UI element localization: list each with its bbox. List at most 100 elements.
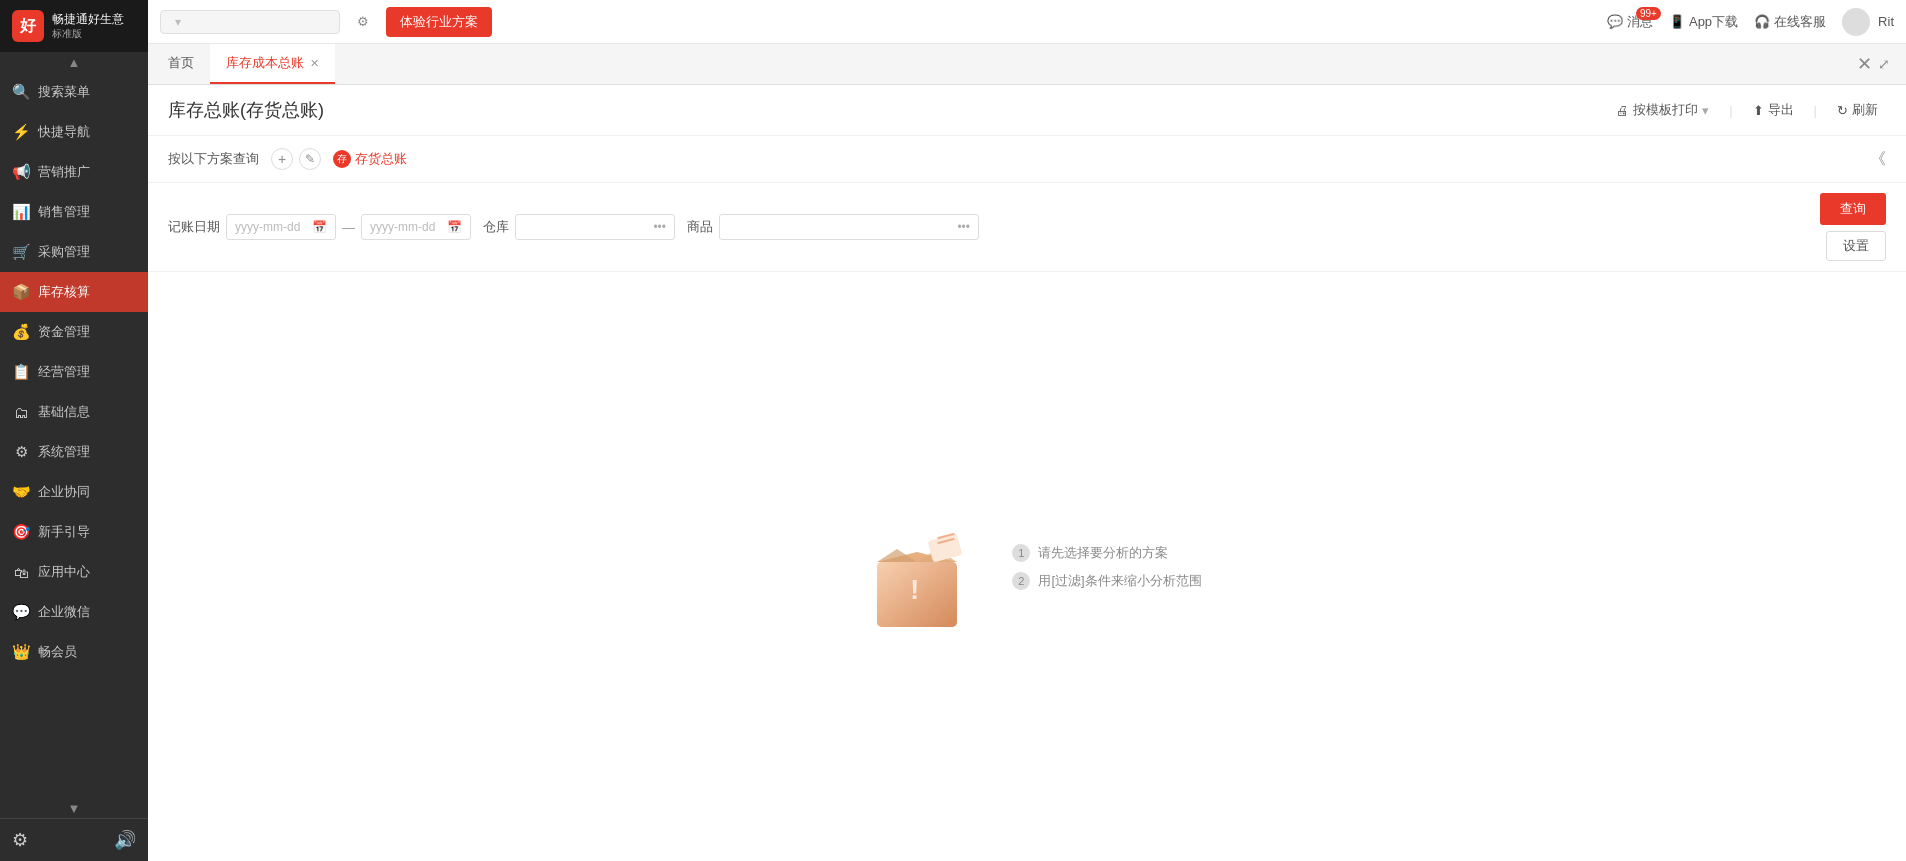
filter-actions: + ✎: [271, 148, 321, 170]
empty-illustration: !: [852, 507, 972, 627]
sidebar-search-label: 搜索菜单: [38, 83, 90, 101]
topbar-search-area[interactable]: ▾: [160, 10, 340, 34]
warehouse-select[interactable]: •••: [515, 214, 675, 240]
export-label: 导出: [1768, 101, 1794, 119]
message-icon: 💬: [1607, 14, 1623, 29]
sidebar-item-sales[interactable]: 📊 销售管理: [0, 192, 148, 232]
filter-edit-button[interactable]: ✎: [299, 148, 321, 170]
sidebar-item-purchase[interactable]: 🛒 采购管理: [0, 232, 148, 272]
appstore-icon: 🛍: [12, 563, 30, 581]
sidebar-nav: 🔍 搜索菜单 ⚡ 快捷导航 📢 营销推广 📊 销售管理 🛒 采购管理 📦 库存核…: [0, 72, 148, 798]
basic-icon: 🗂: [12, 403, 30, 421]
sidebar-item-label-appstore: 应用中心: [38, 563, 90, 581]
message-badge: 99+: [1636, 7, 1661, 20]
sidebar-item-system[interactable]: ⚙ 系统管理: [0, 432, 148, 472]
main-area: ▾ ⚙ 体验行业方案 💬 消息 99+ 📱 App下载 🎧 在线客服 Rit: [148, 0, 1906, 861]
svg-rect-3: [928, 533, 963, 562]
settings-button[interactable]: 设置: [1826, 231, 1886, 261]
hint-text-2: 用[过滤]条件来缩小分析范围: [1038, 572, 1201, 590]
app-sub: 标准版: [52, 27, 124, 41]
goods-select[interactable]: •••: [719, 214, 979, 240]
sidebar-item-label-marketing: 营销推广: [38, 163, 90, 181]
topbar-right: 💬 消息 99+ 📱 App下载 🎧 在线客服 Rit: [1607, 8, 1894, 36]
page-title: 库存总账(存货总账): [168, 98, 324, 122]
date-end-input[interactable]: yyyy-mm-dd 📅: [361, 214, 471, 240]
sidebar-item-quick-nav[interactable]: ⚡ 快捷导航: [0, 112, 148, 152]
filter-collapse-button[interactable]: 《: [1870, 149, 1886, 170]
tab-close-icon[interactable]: ✕: [310, 57, 319, 70]
avatar: [1842, 8, 1870, 36]
date-start-placeholder: yyyy-mm-dd: [235, 220, 300, 234]
print-icon: 🖨: [1616, 103, 1629, 118]
sound-icon[interactable]: 🔊: [114, 829, 136, 851]
tab-inventory-ledger-label: 库存成本总账: [226, 54, 304, 72]
sidebar-scroll-down[interactable]: ▼: [0, 798, 148, 818]
topbar-settings-icon[interactable]: ⚙: [348, 7, 378, 37]
print-chevron-icon: ▾: [1702, 103, 1709, 118]
filter-scheme-label: 存货总账: [355, 150, 407, 168]
print-template-button[interactable]: 🖨 按模板打印 ▾: [1608, 97, 1717, 123]
sidebar-scroll-up[interactable]: ▲: [0, 52, 148, 72]
export-icon: ⬆: [1753, 103, 1764, 118]
sidebar-item-operation[interactable]: 📋 经营管理: [0, 352, 148, 392]
sidebar-item-label-member: 畅会员: [38, 643, 77, 661]
sidebar-item-label-system: 系统管理: [38, 443, 90, 461]
sidebar-item-marketing[interactable]: 📢 营销推广: [0, 152, 148, 192]
refresh-icon: ↻: [1837, 103, 1848, 118]
system-icon: ⚙: [12, 443, 30, 461]
date-start-input[interactable]: yyyy-mm-dd 📅: [226, 214, 336, 240]
sidebar-item-member[interactable]: 👑 畅会员: [0, 632, 148, 672]
user-area[interactable]: Rit: [1842, 8, 1894, 36]
action-divider-2: |: [1814, 103, 1817, 118]
finance-icon: 💰: [12, 323, 30, 341]
sidebar-item-search[interactable]: 🔍 搜索菜单: [0, 72, 148, 112]
coop-icon: 🤝: [12, 483, 30, 501]
operation-icon: 📋: [12, 363, 30, 381]
tab-home[interactable]: 首页: [152, 44, 210, 84]
user-name: Rit: [1878, 14, 1894, 29]
marketing-icon: 📢: [12, 163, 30, 181]
empty-hint-2: 2 用[过滤]条件来缩小分析范围: [1012, 572, 1201, 590]
warehouse-more-icon: •••: [653, 220, 666, 234]
sidebar: 好 畅捷通好生意 标准版 ▲ 🔍 搜索菜单 ⚡ 快捷导航 📢 营销推广 📊 销售…: [0, 0, 148, 861]
filter-scheme-list: 存 存货总账: [333, 150, 1858, 168]
empty-state: ! 1 请先选择要分析的方案: [148, 272, 1906, 861]
warehouse-label: 仓库: [483, 218, 509, 236]
export-button[interactable]: ⬆ 导出: [1745, 97, 1802, 123]
quick-nav-icon: ⚡: [12, 123, 30, 141]
sidebar-item-inventory[interactable]: 📦 库存核算: [0, 272, 148, 312]
date-separator: —: [342, 220, 355, 235]
inventory-icon: 📦: [12, 283, 30, 301]
sidebar-item-wechat[interactable]: 💬 企业微信: [0, 592, 148, 632]
close-panel-button[interactable]: ✕ ⤢: [1845, 45, 1902, 83]
app-logo: 好 畅捷通好生意 标准版: [0, 0, 148, 52]
date-label: 记账日期: [168, 218, 220, 236]
search-icon: 🔍: [12, 83, 30, 101]
expand-icon: ⤢: [1878, 56, 1890, 72]
sidebar-item-coop[interactable]: 🤝 企业协同: [0, 472, 148, 512]
sidebar-item-basic[interactable]: 🗂 基础信息: [0, 392, 148, 432]
query-button[interactable]: 查询: [1820, 193, 1886, 225]
tab-inventory-ledger[interactable]: 库存成本总账 ✕: [210, 44, 335, 84]
calendar-start-icon: 📅: [312, 220, 327, 234]
messages-button[interactable]: 💬 消息 99+: [1607, 13, 1653, 31]
sidebar-item-label-quick-nav: 快捷导航: [38, 123, 90, 141]
sidebar-item-label-finance: 资金管理: [38, 323, 90, 341]
svg-text:!: !: [910, 574, 919, 605]
app-download-icon: 📱: [1669, 14, 1685, 29]
tabbar: 首页 库存成本总账 ✕ ✕ ⤢: [148, 44, 1906, 85]
sidebar-item-label-coop: 企业协同: [38, 483, 90, 501]
settings-bottom-icon[interactable]: ⚙: [12, 829, 28, 851]
industry-button[interactable]: 体验行业方案: [386, 7, 492, 37]
filter-scheme-item[interactable]: 存 存货总账: [333, 150, 407, 168]
sidebar-item-guide[interactable]: 🎯 新手引导: [0, 512, 148, 552]
online-support-button[interactable]: 🎧 在线客服: [1754, 13, 1826, 31]
app-download-button[interactable]: 📱 App下载: [1669, 13, 1738, 31]
goods-more-icon: •••: [957, 220, 970, 234]
sidebar-item-finance[interactable]: 💰 资金管理: [0, 312, 148, 352]
refresh-button[interactable]: ↻ 刷新: [1829, 97, 1886, 123]
sidebar-item-appstore[interactable]: 🛍 应用中心: [0, 552, 148, 592]
hint-text-1: 请先选择要分析的方案: [1038, 544, 1168, 562]
sidebar-item-label-sales: 销售管理: [38, 203, 90, 221]
filter-add-button[interactable]: +: [271, 148, 293, 170]
